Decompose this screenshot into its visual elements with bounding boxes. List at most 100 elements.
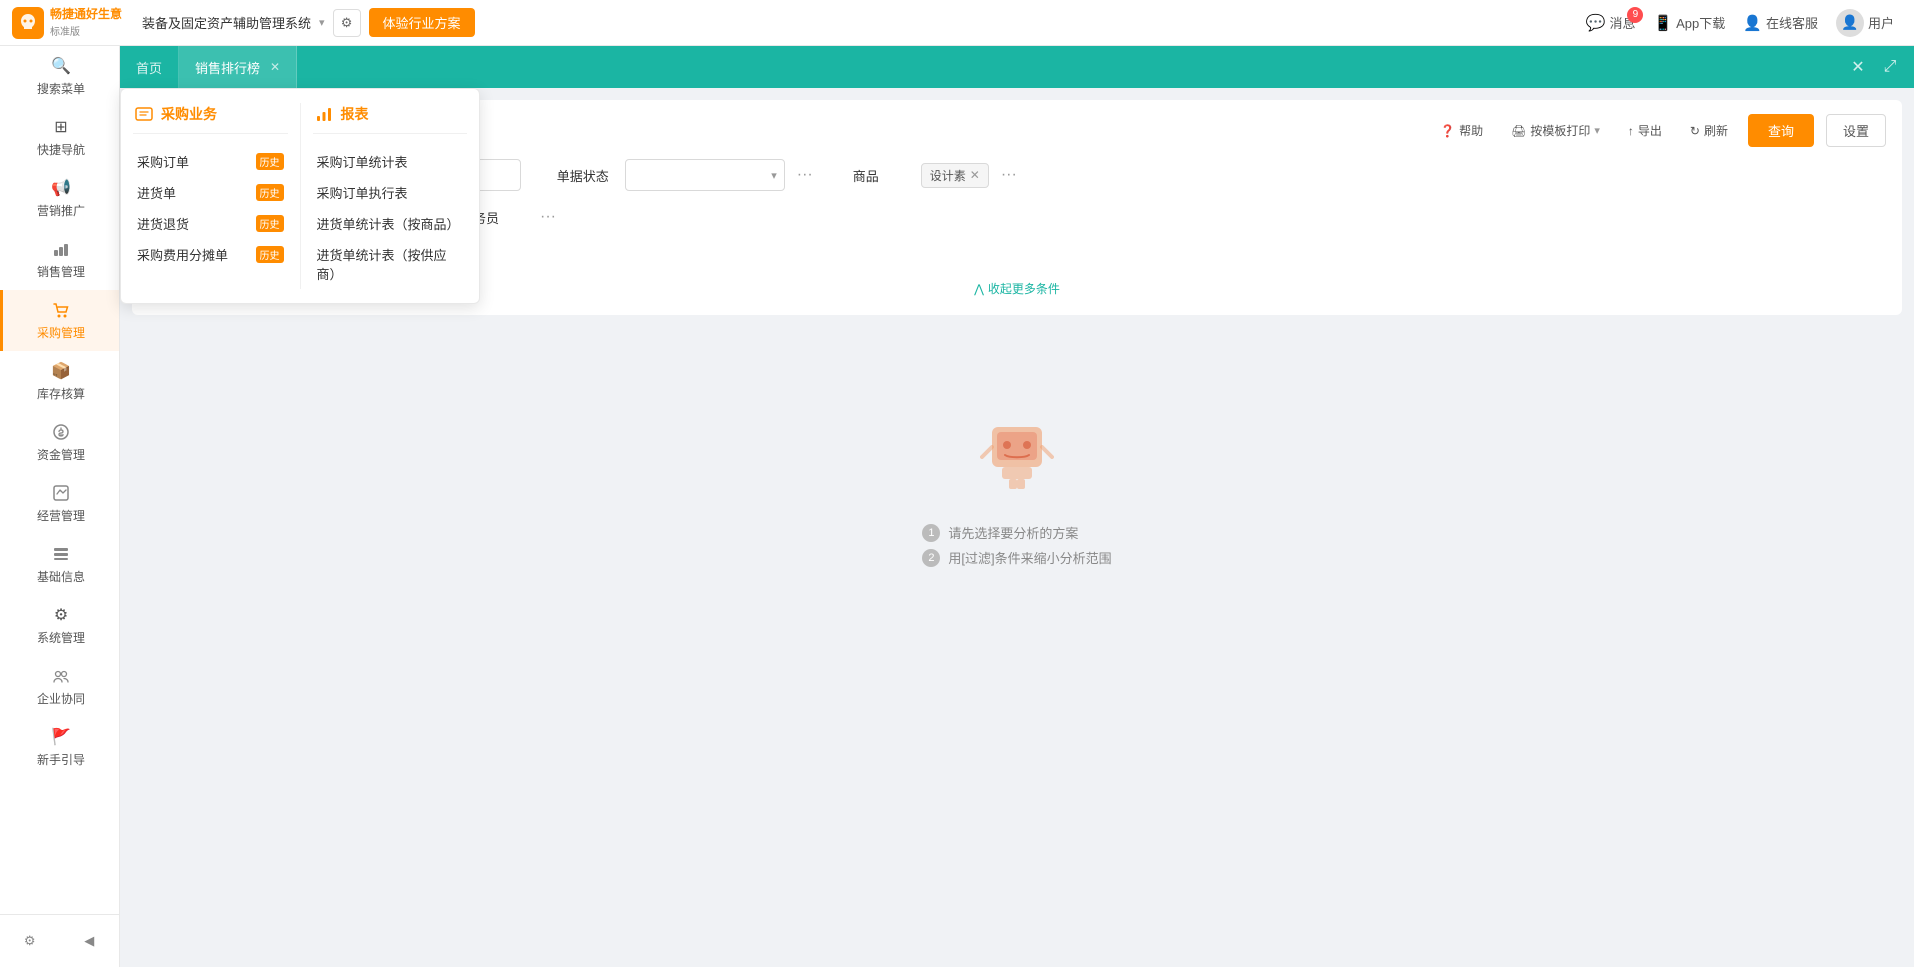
menu-item-purchase-order[interactable]: 采购订单 历史: [133, 146, 288, 177]
search-icon: 🔍: [51, 56, 71, 76]
industry-button[interactable]: 体验行业方案: [369, 8, 475, 37]
menu-item-purchase-order-stats[interactable]: 采购订单统计表: [313, 146, 468, 177]
dropdown-columns: 采购业务 采购订单 历史 进货单 历史 进货退货 历史 采购费用分摊单 历史: [121, 103, 479, 289]
goods-dots[interactable]: ···: [997, 166, 1021, 184]
sidebar-item-system[interactable]: ⚙ 系统管理: [0, 595, 119, 656]
sidebar-item-search[interactable]: 🔍 搜索菜单: [0, 46, 119, 107]
single-status-label: 单据状态: [557, 166, 617, 185]
query-button[interactable]: 查询: [1748, 114, 1814, 147]
sidebar-item-quick-nav[interactable]: ⊞ 快捷导航: [0, 107, 119, 168]
system-dropdown-arrow[interactable]: ▾: [319, 16, 325, 29]
sidebar-item-guide[interactable]: 🚩 新手引导: [0, 717, 119, 778]
tab-sales-ranking-label: 销售排行榜: [195, 58, 260, 77]
sidebar-label-purchase: 采购管理: [37, 324, 85, 341]
tab-close-icon[interactable]: ✕: [270, 60, 280, 74]
sidebar-settings-btn[interactable]: ⚙: [14, 925, 46, 957]
marketing-icon: 📢: [51, 178, 71, 198]
sidebar-item-finance[interactable]: 资金管理: [0, 412, 119, 473]
print-btn[interactable]: 🖨 按模板打印 ▾: [1503, 118, 1608, 143]
messages-badge: 9: [1627, 7, 1643, 23]
tab-expand-btn[interactable]: ⤢: [1878, 55, 1902, 79]
dropdown-col-reports-title: 报表: [341, 104, 369, 124]
logo-icon: [12, 7, 44, 39]
menu-item-purchase-expense[interactable]: 采购费用分摊单 历史: [133, 239, 288, 270]
goods-tag-close[interactable]: ✕: [970, 168, 980, 182]
empty-tip-1: 1 请先选择要分析的方案: [922, 523, 1111, 542]
sidebar-item-purchase[interactable]: 采购管理: [0, 290, 119, 351]
export-btn[interactable]: ↑ 导出: [1620, 118, 1670, 143]
menu-item-purchase-order-exec[interactable]: 采购订单执行表: [313, 177, 468, 208]
goods-tag: 设计素 ✕: [921, 163, 989, 188]
single-status-select[interactable]: [625, 159, 785, 191]
cooperation-icon: [51, 666, 71, 686]
tab-home[interactable]: 首页: [120, 46, 179, 88]
menu-item-goods-receipt[interactable]: 进货单 历史: [133, 177, 288, 208]
menu-label-goods-return: 进货退货: [137, 214, 189, 233]
sales-icon: [51, 239, 71, 259]
online-service-item[interactable]: 👤 在线客服: [1743, 13, 1818, 32]
header-center: 装备及固定资产辅助管理系统 ▾ ⚙ 体验行业方案: [142, 8, 1586, 37]
tip-text-2: 用[过滤]条件来缩小分析范围: [948, 548, 1111, 567]
quick-nav-icon: ⊞: [51, 117, 71, 137]
menu-label-goods-stats-supplier: 进货单统计表（按供应商）: [317, 245, 464, 283]
sidebar-item-basic[interactable]: 基础信息: [0, 534, 119, 595]
avatar: 👤: [1836, 9, 1864, 37]
empty-tip-2: 2 用[过滤]条件来缩小分析范围: [922, 548, 1111, 567]
sidebar-label-quick-nav: 快捷导航: [37, 141, 85, 158]
sidebar-label-operations: 经营管理: [37, 507, 85, 524]
sidebar: 🔍 搜索菜单 ⊞ 快捷导航 📢 营销推广 销售管理 采购管理 📦: [0, 46, 120, 967]
refresh-icon: ↻: [1690, 124, 1700, 138]
single-status-dots[interactable]: ···: [793, 166, 817, 184]
menu-label-goods-receipt: 进货单: [137, 183, 176, 202]
single-status-select-wrapper: ▾: [625, 159, 785, 191]
sidebar-item-cooperation[interactable]: 企业协同: [0, 656, 119, 717]
menu-item-goods-stats-supplier[interactable]: 进货单统计表（按供应商）: [313, 239, 468, 289]
sidebar-collapse-btn[interactable]: ◀: [73, 925, 105, 957]
sidebar-item-operations[interactable]: 经营管理: [0, 473, 119, 534]
app-download-item[interactable]: 📱 App下载: [1653, 13, 1725, 32]
help-btn[interactable]: ❓ 帮助: [1432, 118, 1491, 143]
basic-icon: [51, 544, 71, 564]
user-label: 用户: [1868, 13, 1894, 32]
history-badge-goods-return: 历史: [256, 215, 284, 232]
header-right: 💬 消息 9 📱 App下载 👤 在线客服 👤 用户: [1586, 9, 1894, 37]
dropdown-col-reports-header: 报表: [313, 103, 468, 134]
empty-state: 1 请先选择要分析的方案 2 用[过滤]条件来缩小分析范围: [132, 327, 1902, 647]
sidebar-bottom: ⚙ ◀: [0, 914, 119, 967]
dropdown-col-business: 采购业务 采购订单 历史 进货单 历史 进货退货 历史 采购费用分摊单 历史: [121, 103, 300, 289]
tip-text-1: 请先选择要分析的方案: [948, 523, 1078, 542]
settings-btn[interactable]: ⚙: [333, 9, 361, 37]
online-service-label: 在线客服: [1766, 13, 1818, 32]
empty-illustration: [967, 407, 1067, 507]
sidebar-label-system: 系统管理: [37, 629, 85, 646]
messages-item[interactable]: 💬 消息 9: [1586, 13, 1636, 33]
settings-button[interactable]: 设置: [1826, 114, 1886, 147]
history-badge-goods-receipt: 历史: [256, 184, 284, 201]
print-label: 按模板打印: [1530, 122, 1590, 139]
export-icon: ↑: [1628, 124, 1634, 138]
logo-text: 畅捷通好生意: [50, 7, 122, 23]
help-icon: ❓: [1440, 124, 1455, 138]
print-dropdown-icon[interactable]: ▾: [1594, 124, 1600, 137]
finance-icon: [51, 422, 71, 442]
top-header: 畅捷通好生意 标准版 装备及固定资产辅助管理系统 ▾ ⚙ 体验行业方案 💬 消息…: [0, 0, 1914, 46]
sidebar-item-marketing[interactable]: 📢 营销推广: [0, 168, 119, 229]
sidebar-item-sales[interactable]: 销售管理: [0, 229, 119, 290]
goods-label: 商品: [853, 166, 913, 185]
sidebar-label-inventory: 库存核算: [37, 385, 85, 402]
salesman-dots[interactable]: ···: [536, 208, 560, 226]
menu-item-goods-return[interactable]: 进货退货 历史: [133, 208, 288, 239]
tab-home-label: 首页: [136, 58, 162, 77]
sidebar-label-guide: 新手引导: [37, 751, 85, 768]
tab-close-all-btn[interactable]: ✕: [1846, 55, 1870, 79]
refresh-btn[interactable]: ↻ 刷新: [1682, 118, 1736, 143]
tab-sales-ranking[interactable]: 销售排行榜 ✕: [179, 46, 297, 88]
business-header-icon: [133, 103, 155, 125]
sidebar-item-inventory[interactable]: 📦 库存核算: [0, 351, 119, 412]
goods-tag-value: 设计素: [930, 167, 966, 184]
menu-label-purchase-order: 采购订单: [137, 152, 189, 171]
system-title: 装备及固定资产辅助管理系统: [142, 13, 311, 32]
menu-item-goods-stats-product[interactable]: 进货单统计表（按商品）: [313, 208, 468, 239]
user-item[interactable]: 👤 用户: [1836, 9, 1894, 37]
sidebar-label-marketing: 营销推广: [37, 202, 85, 219]
